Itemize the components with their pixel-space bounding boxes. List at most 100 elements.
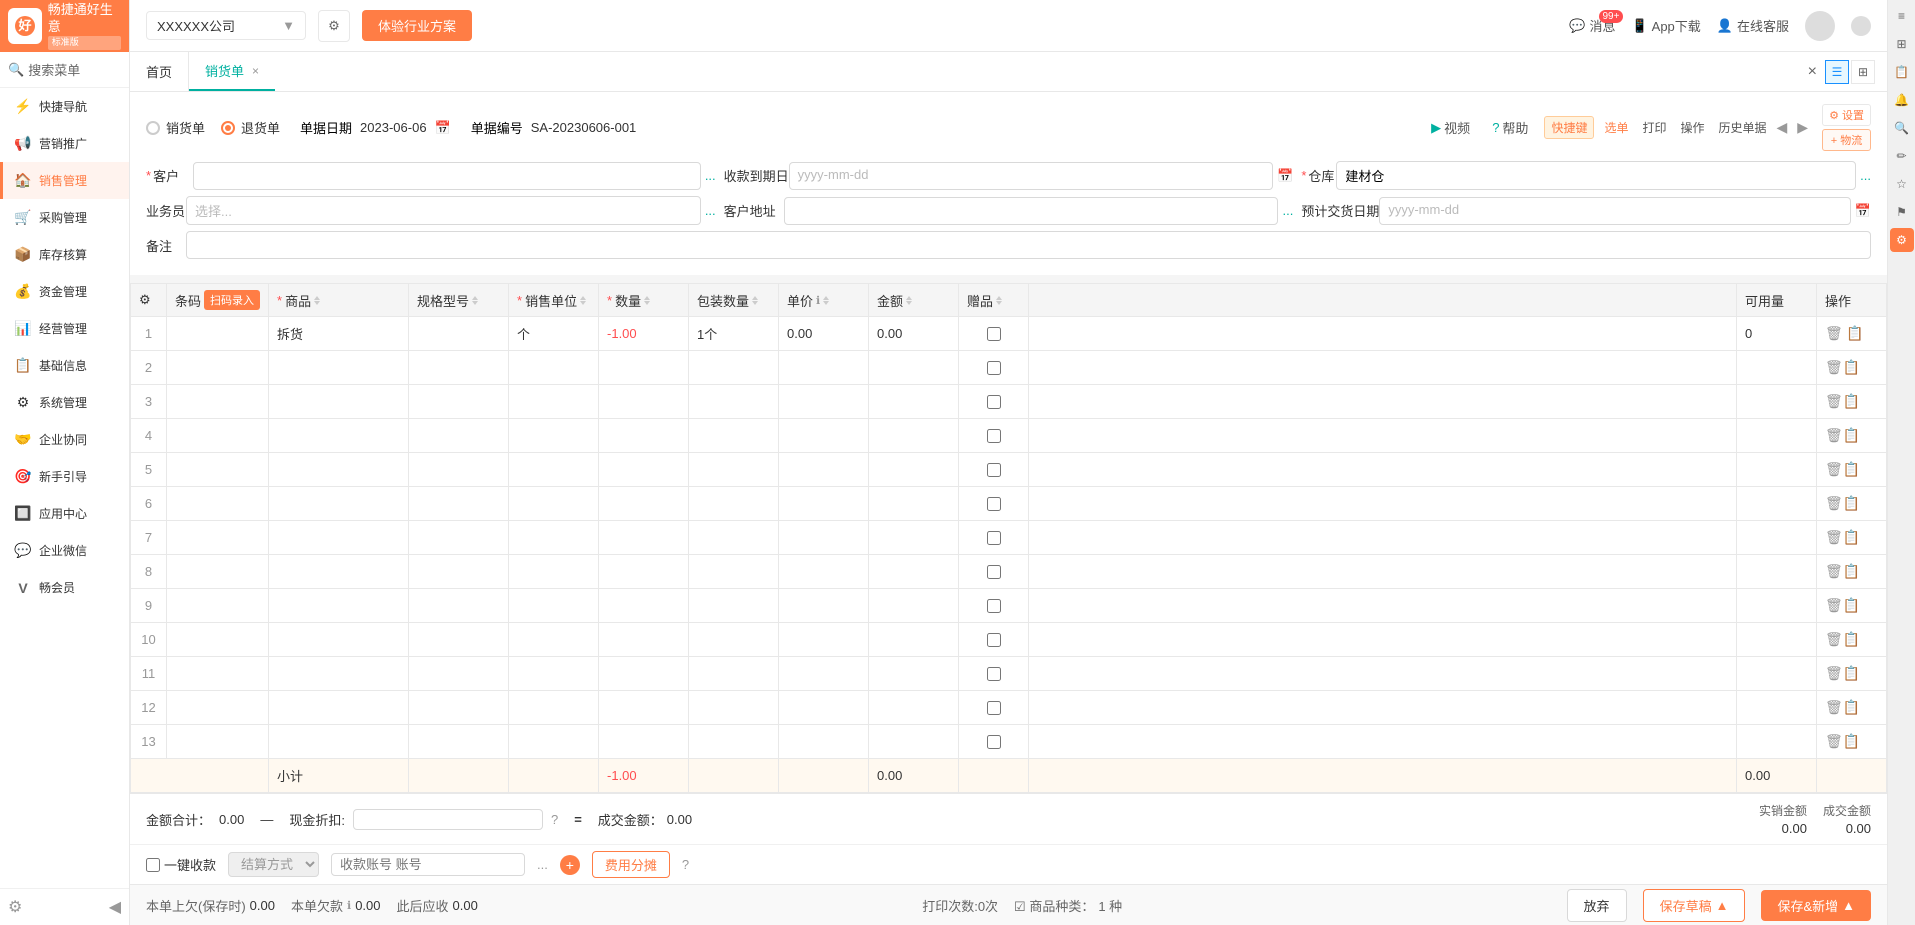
right-panel-btn-3[interactable]: 📋 — [1890, 60, 1914, 84]
gift-checkbox-10[interactable] — [987, 633, 1001, 647]
delete-row-13[interactable]: 🗑 — [1825, 733, 1843, 749]
gift-checkbox-7[interactable] — [987, 531, 1001, 545]
right-panel-btn-6[interactable]: ✏ — [1890, 144, 1914, 168]
message-button[interactable]: 💬 消息 99+ — [1569, 16, 1615, 35]
radio-return[interactable]: 退货单 — [221, 118, 280, 137]
copy-row-10[interactable]: 📋 — [1843, 631, 1860, 647]
expected-date-calendar-icon[interactable]: 📅 — [1855, 203, 1871, 219]
sidebar-search[interactable]: 🔍 搜索菜单 — [0, 52, 129, 88]
customer-addr-input[interactable] — [784, 197, 1279, 225]
copy-row-6[interactable]: 📋 — [1843, 495, 1860, 511]
ops-button[interactable]: 操作 — [1680, 119, 1704, 136]
copy-row-8[interactable]: 📋 — [1843, 563, 1860, 579]
delete-row-10[interactable]: 🗑 — [1825, 631, 1843, 647]
row1-amount[interactable]: 0.00 — [869, 317, 959, 351]
warehouse-ellipsis[interactable]: ... — [1860, 168, 1871, 183]
copy-row-13[interactable]: 📋 — [1843, 733, 1860, 749]
help-button[interactable]: ? 帮助 — [1486, 115, 1534, 140]
delete-row-6[interactable]: 🗑 — [1825, 495, 1843, 511]
video-button[interactable]: ▶ 视频 — [1425, 115, 1476, 140]
delete-row-9[interactable]: 🗑 — [1825, 597, 1843, 613]
copy-row-1[interactable]: 📋 — [1846, 325, 1863, 341]
save-new-button[interactable]: 保存&新增 ▲ — [1761, 890, 1871, 921]
draft-chevron-icon[interactable]: ▲ — [1716, 898, 1729, 913]
delete-row-1[interactable]: 🗑 — [1825, 325, 1843, 341]
amount-dots[interactable]: ... — [537, 857, 548, 872]
experience-button[interactable]: 体验行业方案 — [362, 10, 472, 41]
right-panel-btn-5[interactable]: 🔍 — [1890, 116, 1914, 140]
right-panel-btn-9[interactable]: ⚙ — [1890, 228, 1914, 252]
print-button[interactable]: 打印 — [1642, 119, 1666, 136]
select-button[interactable]: 选单 — [1604, 119, 1628, 136]
list-view-button[interactable]: ☰ — [1825, 60, 1849, 84]
gift-checkbox-12[interactable] — [987, 701, 1001, 715]
discard-button[interactable]: 放弃 — [1567, 889, 1627, 922]
copy-row-9[interactable]: 📋 — [1843, 597, 1860, 613]
close-all-button[interactable]: × — [1808, 63, 1817, 81]
gift-checkbox-1[interactable] — [987, 327, 1001, 341]
payment-date-input[interactable]: yyyy-mm-dd — [789, 162, 1273, 190]
avatar[interactable] — [1805, 11, 1835, 41]
copy-row-3[interactable]: 📋 — [1843, 393, 1860, 409]
copy-row-5[interactable]: 📋 — [1843, 461, 1860, 477]
online-service-button[interactable]: 👤 在线客服 — [1717, 16, 1789, 35]
sidebar-item-basic[interactable]: 📋 基础信息 — [0, 347, 129, 384]
delete-row-3[interactable]: 🗑 — [1825, 393, 1843, 409]
delete-row-12[interactable]: 🗑 — [1825, 699, 1843, 715]
draft-button[interactable]: 保存草稿 ▲ — [1643, 889, 1746, 922]
next-arrow[interactable]: ▶ — [1797, 119, 1808, 136]
delete-row-7[interactable]: 🗑 — [1825, 529, 1843, 545]
sidebar-item-marketing[interactable]: 📢 营销推广 — [0, 125, 129, 162]
sidebar-item-inventory[interactable]: 📦 库存核算 — [0, 236, 129, 273]
gift-checkbox-3[interactable] — [987, 395, 1001, 409]
sidebar-item-sales[interactable]: 🏠 销售管理 — [0, 162, 129, 199]
sidebar-item-member[interactable]: V 畅会员 — [0, 569, 129, 606]
expense-button[interactable]: 费用分摊 — [592, 851, 670, 878]
payment-calendar-icon[interactable]: 📅 — [1277, 168, 1293, 184]
prev-arrow[interactable]: ◀ — [1777, 119, 1788, 136]
sidebar-item-appstore[interactable]: 🔲 应用中心 — [0, 495, 129, 532]
salesperson-input[interactable]: 选择... — [186, 196, 701, 225]
gift-checkbox-4[interactable] — [987, 429, 1001, 443]
gift-checkbox-6[interactable] — [987, 497, 1001, 511]
tab-sales-order[interactable]: 销货单 × — [189, 52, 275, 91]
delete-row-11[interactable]: 🗑 — [1825, 665, 1843, 681]
gift-checkbox-9[interactable] — [987, 599, 1001, 613]
barcode-scan-button[interactable]: 扫码录入 — [204, 290, 260, 310]
set-button[interactable]: ⚙ 设置 — [1822, 104, 1871, 126]
payment-question-icon[interactable]: ? — [682, 857, 689, 872]
history-button[interactable]: 历史单据 — [1719, 119, 1767, 136]
row1-barcode[interactable] — [167, 317, 269, 351]
customer-ellipsis[interactable]: ... — [705, 168, 716, 183]
copy-row-4[interactable]: 📋 — [1843, 427, 1860, 443]
delete-row-5[interactable]: 🗑 — [1825, 461, 1843, 477]
copy-row-11[interactable]: 📋 — [1843, 665, 1860, 681]
row1-unit[interactable]: 个 — [509, 317, 599, 351]
settings-button[interactable]: ⚙ — [318, 10, 350, 42]
right-panel-btn-4[interactable]: 🔔 — [1890, 88, 1914, 112]
copy-row-2[interactable]: 📋 — [1843, 359, 1860, 375]
delete-row-4[interactable]: 🗑 — [1825, 427, 1843, 443]
warehouse-input[interactable]: 建材仓 — [1336, 161, 1856, 190]
discount-input[interactable] — [353, 809, 543, 830]
sidebar-item-finance[interactable]: 💰 资金管理 — [0, 273, 129, 310]
row1-price[interactable]: 0.00 — [779, 317, 869, 351]
save-new-chevron-icon[interactable]: ▲ — [1842, 898, 1855, 913]
payment-method-select[interactable]: 结算方式 — [228, 852, 319, 877]
table-settings-icon[interactable]: ⚙ — [139, 292, 151, 307]
right-panel-btn-8[interactable]: ⚑ — [1890, 200, 1914, 224]
sidebar-item-management[interactable]: 📊 经营管理 — [0, 310, 129, 347]
notes-input[interactable] — [186, 231, 1871, 259]
gift-checkbox-13[interactable] — [987, 735, 1001, 749]
gift-checkbox-5[interactable] — [987, 463, 1001, 477]
tab-home[interactable]: 首页 — [130, 52, 189, 91]
tab-close-icon[interactable]: × — [252, 64, 259, 78]
right-panel-btn-2[interactable]: ⊞ — [1890, 32, 1914, 56]
addr-ellipsis[interactable]: ... — [1282, 203, 1293, 218]
calendar-icon[interactable]: 📅 — [435, 120, 451, 136]
copy-row-7[interactable]: 📋 — [1843, 529, 1860, 545]
gift-checkbox-2[interactable] — [987, 361, 1001, 375]
radio-sale[interactable]: 销货单 — [146, 118, 205, 137]
one-click-payment[interactable]: 一键收款 — [146, 855, 216, 874]
sidebar-item-collab[interactable]: 🤝 企业协同 — [0, 421, 129, 458]
